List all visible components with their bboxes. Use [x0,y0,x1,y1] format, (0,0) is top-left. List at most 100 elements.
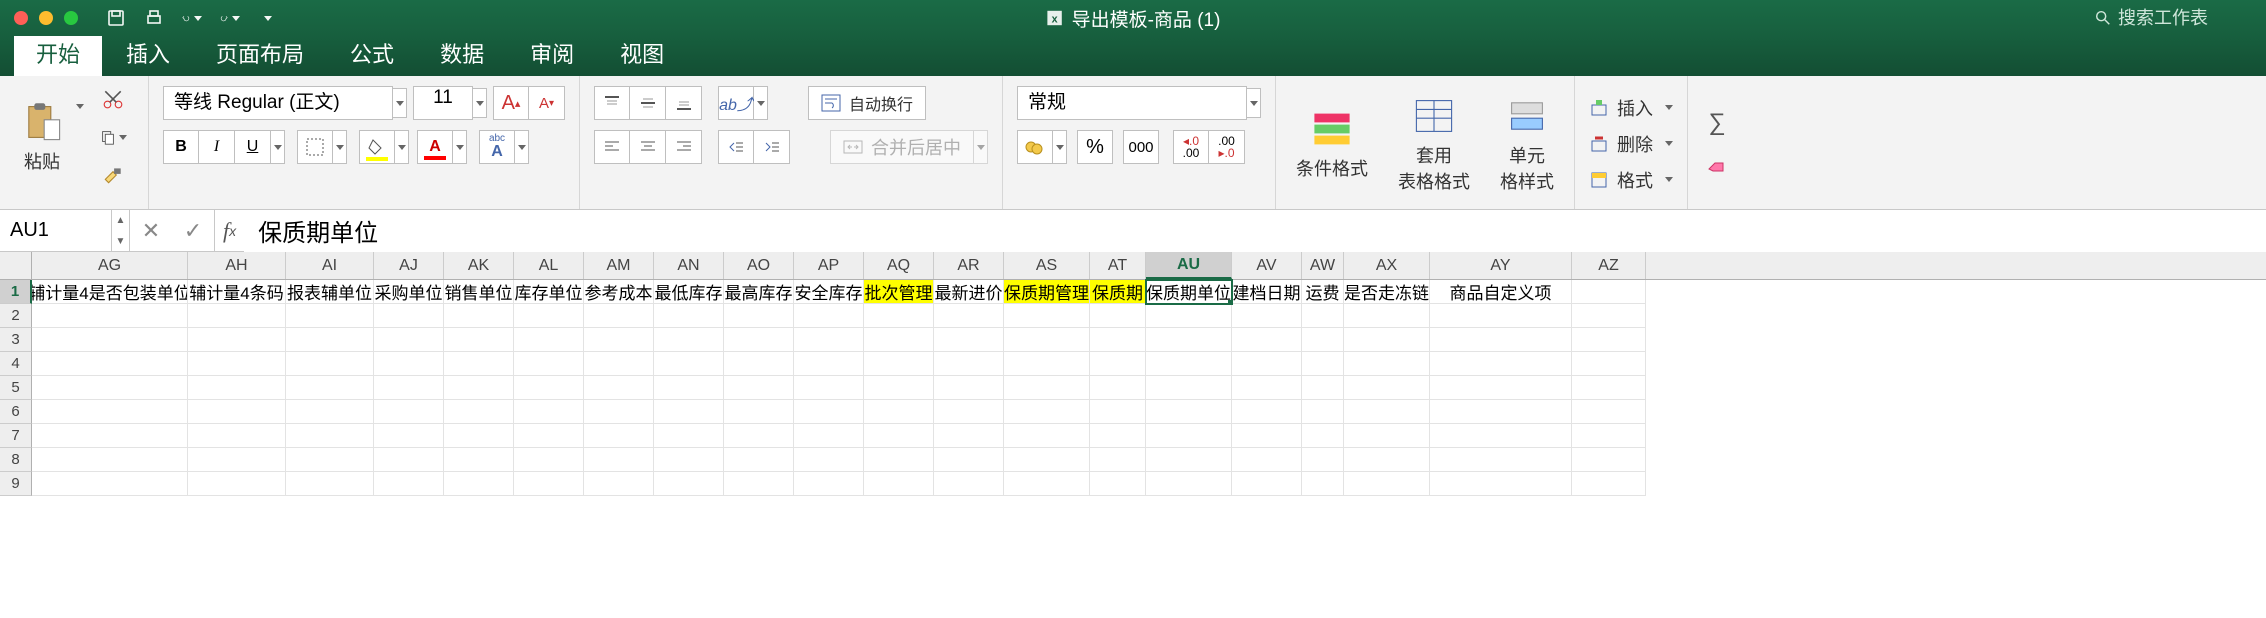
name-box-stepper[interactable]: ▲▼ [112,210,130,252]
cell[interactable] [1344,400,1430,424]
cell[interactable] [584,424,654,448]
format-painter-button[interactable] [98,160,128,190]
cell[interactable] [724,472,794,496]
cell[interactable] [514,448,584,472]
cell[interactable] [1572,376,1646,400]
underline-button[interactable]: U [235,130,271,164]
cell[interactable] [934,448,1004,472]
cell[interactable] [934,424,1004,448]
cell[interactable] [1302,400,1344,424]
cell[interactable]: 保质期管理 [1004,280,1090,304]
copy-button[interactable] [98,122,128,152]
cell[interactable] [1090,376,1146,400]
borders-button[interactable] [297,130,333,164]
cell[interactable] [1232,400,1302,424]
tab-视图[interactable]: 视图 [598,29,686,76]
cell[interactable] [32,424,188,448]
cell[interactable] [934,352,1004,376]
cell[interactable] [1232,472,1302,496]
maximize-window-button[interactable] [64,11,78,25]
qat-customize-icon[interactable] [258,8,278,28]
cell[interactable] [1090,352,1146,376]
column-header-AP[interactable]: AP [794,252,864,279]
cell[interactable]: 建档日期 [1232,280,1302,304]
cell[interactable] [1232,448,1302,472]
column-header-AQ[interactable]: AQ [864,252,934,279]
column-header-AM[interactable]: AM [584,252,654,279]
cell[interactable] [374,352,444,376]
cell[interactable] [1344,352,1430,376]
row-header[interactable]: 7 [0,424,32,448]
cell[interactable] [1572,352,1646,376]
cell[interactable] [1232,424,1302,448]
spreadsheet-grid[interactable]: AGAHAIAJAKALAMANAOAPAQARASATAUAVAWAXAYAZ… [0,252,2266,496]
cell[interactable]: 运费 [1302,280,1344,304]
number-format-select[interactable]: 常规 [1017,86,1247,120]
redo-icon[interactable] [220,8,240,28]
percent-button[interactable]: % [1077,130,1113,164]
cell[interactable] [1090,328,1146,352]
cell[interactable] [1344,328,1430,352]
cell[interactable] [1430,376,1572,400]
cell[interactable] [864,448,934,472]
cell[interactable] [444,352,514,376]
cell[interactable]: 商品自定义项 [1430,280,1572,304]
name-box[interactable]: AU1 [0,210,112,252]
row-header[interactable]: 6 [0,400,32,424]
cell[interactable] [444,472,514,496]
cell[interactable] [374,472,444,496]
undo-icon[interactable] [182,8,202,28]
cell[interactable] [188,424,286,448]
cell[interactable] [1302,376,1344,400]
cell[interactable]: 报表辅单位 [286,280,374,304]
cell[interactable] [794,352,864,376]
cell[interactable] [864,352,934,376]
cell[interactable] [864,376,934,400]
cell[interactable] [654,472,724,496]
cell[interactable] [286,448,374,472]
decrease-decimal-button[interactable]: .00▸.0 [1209,130,1245,164]
cell[interactable] [188,352,286,376]
cell[interactable] [32,352,188,376]
cell[interactable] [1302,328,1344,352]
cell[interactable] [32,448,188,472]
merge-center-button[interactable]: 合并后居中 [830,130,988,164]
cell[interactable] [584,472,654,496]
cell[interactable] [444,328,514,352]
cell[interactable] [32,376,188,400]
cell[interactable] [934,328,1004,352]
cell[interactable] [1430,424,1572,448]
cell[interactable] [1090,448,1146,472]
column-header-AG[interactable]: AG [32,252,188,279]
cell[interactable] [444,448,514,472]
cell[interactable] [864,400,934,424]
increase-decimal-button[interactable]: ◂.0.00 [1173,130,1209,164]
cell[interactable] [1572,472,1646,496]
cell[interactable] [584,448,654,472]
cell[interactable]: 最高库存 [724,280,794,304]
align-bottom-button[interactable] [666,86,702,120]
cell[interactable] [934,400,1004,424]
cell[interactable] [286,400,374,424]
font-size-dropdown[interactable] [473,88,487,118]
column-header-AL[interactable]: AL [514,252,584,279]
font-name-dropdown[interactable] [393,88,407,118]
cell[interactable] [444,400,514,424]
decrease-indent-button[interactable] [718,130,754,164]
cell[interactable] [374,328,444,352]
align-right-button[interactable] [666,130,702,164]
cell[interactable] [188,328,286,352]
cell[interactable] [1430,448,1572,472]
cell[interactable]: 库存单位 [514,280,584,304]
cell[interactable] [1572,328,1646,352]
cell[interactable] [1572,424,1646,448]
conditional-format-button[interactable]: 条件格式 [1290,103,1374,185]
comma-button[interactable]: 000 [1123,130,1159,164]
cell[interactable] [654,424,724,448]
cell[interactable]: 保质期单位 [1146,280,1232,304]
cell[interactable] [1344,376,1430,400]
cell[interactable] [1232,376,1302,400]
cell[interactable] [1232,328,1302,352]
cell[interactable] [374,304,444,328]
tab-页面布局[interactable]: 页面布局 [194,29,326,76]
